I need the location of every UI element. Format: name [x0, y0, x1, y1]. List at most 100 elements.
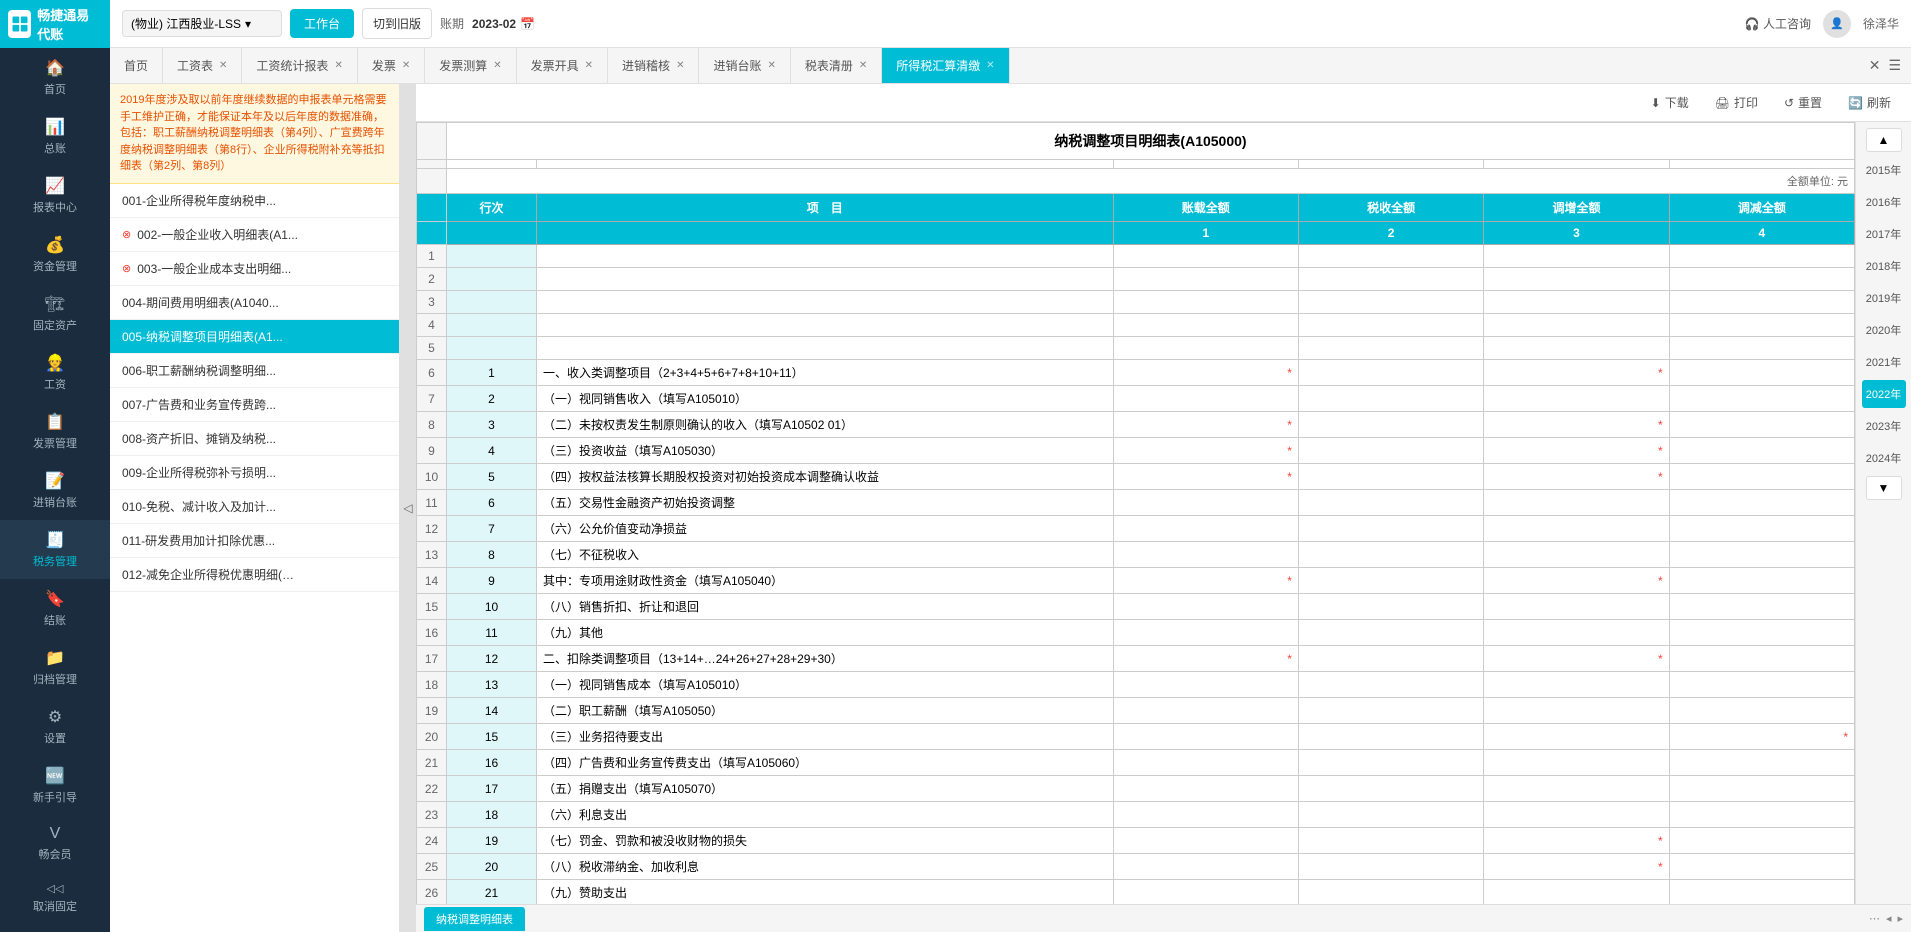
cell-col3[interactable]: * — [1484, 464, 1669, 490]
old-version-button[interactable]: 切到旧版 — [362, 8, 432, 39]
cell-col1[interactable] — [1113, 776, 1298, 802]
workbench-button[interactable]: 工作台 — [290, 9, 354, 38]
list-item-item6[interactable]: 006-职工薪酬纳税调整明细... — [110, 354, 399, 388]
cell-col3[interactable]: * — [1484, 438, 1669, 464]
cell-project[interactable]: （四）广告费和业务宣传费支出（填写A105060） — [537, 750, 1114, 776]
tab-close-invoice_calc[interactable]: ✕ — [493, 60, 501, 71]
list-item-item7[interactable]: 007-广告费和业务宣传费跨... — [110, 388, 399, 422]
cell-project[interactable]: （四）按权益法核算长期股权投资对初始投资成本调整确认收益 — [537, 464, 1114, 490]
cell-col2[interactable] — [1298, 750, 1483, 776]
list-item-item4[interactable]: 004-期间费用明细表(A1040... — [110, 286, 399, 320]
cell-col3[interactable]: * — [1484, 412, 1669, 438]
tab-close-salary[interactable]: ✕ — [219, 60, 227, 71]
cell-project[interactable]: （五）交易性金融资产初始投资调整 — [537, 490, 1114, 516]
year-item-2015年[interactable]: 2015年 — [1862, 156, 1906, 184]
cell-col1[interactable]: * — [1113, 568, 1298, 594]
cell-col2[interactable] — [1298, 314, 1483, 337]
cell-col2[interactable] — [1298, 594, 1483, 620]
cell-col1[interactable]: * — [1113, 360, 1298, 386]
unpin-button[interactable]: ◁◁ 取消固定 — [4, 874, 106, 922]
cell-col4[interactable] — [1669, 386, 1854, 412]
cell-project[interactable]: （六）利息支出 — [537, 802, 1114, 828]
cell-col1[interactable] — [1113, 880, 1298, 905]
cell-col1[interactable]: * — [1113, 412, 1298, 438]
sidebar-item-guide[interactable]: 🆕新手引导 — [0, 756, 110, 815]
sidebar-item-settle[interactable]: 🔖结账 — [0, 579, 110, 638]
cell-col2[interactable] — [1298, 828, 1483, 854]
cell-hang[interactable] — [447, 268, 537, 291]
cell-col4[interactable] — [1669, 802, 1854, 828]
cell-project[interactable]: （二）职工薪酬（填写A105050） — [537, 698, 1114, 724]
year-item-2016年[interactable]: 2016年 — [1862, 188, 1906, 216]
cell-col2[interactable] — [1298, 516, 1483, 542]
tab-close-invoice[interactable]: ✕ — [402, 60, 410, 71]
cell-hang[interactable]: 10 — [447, 594, 537, 620]
cell-col4[interactable] — [1669, 568, 1854, 594]
cell-col3[interactable] — [1484, 802, 1669, 828]
scroll-right-icon[interactable]: ▸ — [1897, 912, 1903, 925]
cell-col4[interactable] — [1669, 268, 1854, 291]
tab-invoice_calc[interactable]: 发票测算✕ — [425, 48, 516, 84]
cell-hang[interactable] — [447, 337, 537, 360]
cell-hang[interactable] — [447, 291, 537, 314]
cell-col3[interactable] — [1484, 672, 1669, 698]
cell-col2[interactable] — [1298, 245, 1483, 268]
cell-col1[interactable] — [1113, 490, 1298, 516]
cell-col2[interactable] — [1298, 464, 1483, 490]
cell-col3[interactable] — [1484, 594, 1669, 620]
cell-project[interactable]: （八）税收滞纳金、加收利息 — [537, 854, 1114, 880]
cell-project[interactable]: （六）公允价值变动净损益 — [537, 516, 1114, 542]
cell-col2[interactable] — [1298, 854, 1483, 880]
tab-tax_clear[interactable]: 税表清册✕ — [791, 48, 882, 84]
tab-salary[interactable]: 工资表✕ — [163, 48, 242, 84]
cell-col4[interactable] — [1669, 828, 1854, 854]
cell-project[interactable]: （七）不征税收入 — [537, 542, 1114, 568]
year-nav-down-button[interactable]: ▼ — [1866, 476, 1902, 500]
sidebar-item-settings[interactable]: ⚙设置 — [0, 697, 110, 756]
cell-project[interactable]: （一）视同销售成本（填写A105010） — [537, 672, 1114, 698]
cell-hang[interactable]: 15 — [447, 724, 537, 750]
cell-col4[interactable] — [1669, 672, 1854, 698]
cell-project[interactable]: （九）其他 — [537, 620, 1114, 646]
sidebar-item-member[interactable]: V畅会员 — [0, 815, 110, 864]
list-item-item9[interactable]: 009-企业所得税弥补亏损明... — [110, 456, 399, 490]
year-item-2024年[interactable]: 2024年 — [1862, 444, 1906, 472]
sidebar-item-home[interactable]: 🏠首页 — [0, 48, 110, 107]
cell-project[interactable] — [537, 337, 1114, 360]
cell-col4[interactable] — [1669, 464, 1854, 490]
cell-col2[interactable] — [1298, 880, 1483, 905]
cell-col3[interactable]: * — [1484, 360, 1669, 386]
list-item-item5[interactable]: 005-纳税调整项目明细表(A1... — [110, 320, 399, 354]
cell-hang[interactable]: 13 — [447, 672, 537, 698]
cell-project[interactable] — [537, 245, 1114, 268]
cell-col2[interactable] — [1298, 291, 1483, 314]
cell-project[interactable] — [537, 268, 1114, 291]
cell-hang[interactable]: 12 — [447, 646, 537, 672]
cell-hang[interactable]: 20 — [447, 854, 537, 880]
year-item-2017年[interactable]: 2017年 — [1862, 220, 1906, 248]
list-item-item8[interactable]: 008-资产折旧、摊销及纳税... — [110, 422, 399, 456]
year-item-2020年[interactable]: 2020年 — [1862, 316, 1906, 344]
tab-input_tax[interactable]: 进销稽核✕ — [608, 48, 699, 84]
cell-col4[interactable] — [1669, 490, 1854, 516]
cell-col3[interactable] — [1484, 698, 1669, 724]
cell-project[interactable]: （五）捐赠支出（填写A105070） — [537, 776, 1114, 802]
tab-input_ledger[interactable]: 进销台账✕ — [699, 48, 790, 84]
list-item-item1[interactable]: 001-企业所得税年度纳税申... — [110, 184, 399, 218]
cell-col2[interactable] — [1298, 672, 1483, 698]
cell-col4[interactable] — [1669, 337, 1854, 360]
sidebar-item-invoice_mgr[interactable]: 📋发票管理 — [0, 402, 110, 461]
cell-col1[interactable] — [1113, 698, 1298, 724]
tab-close-tax_clear[interactable]: ✕ — [859, 60, 867, 71]
cell-col1[interactable] — [1113, 854, 1298, 880]
sidebar-item-salary[interactable]: 👷工资 — [0, 343, 110, 402]
cell-col3[interactable] — [1484, 386, 1669, 412]
cell-project[interactable]: （三）投资收益（填写A105030） — [537, 438, 1114, 464]
calendar-icon[interactable]: 📅 — [520, 17, 535, 31]
cell-col3[interactable] — [1484, 268, 1669, 291]
cell-col1[interactable] — [1113, 337, 1298, 360]
cell-col3[interactable] — [1484, 880, 1669, 905]
cell-col1[interactable] — [1113, 724, 1298, 750]
list-item-item11[interactable]: 011-研发费用加计扣除优惠... — [110, 524, 399, 558]
year-item-2018年[interactable]: 2018年 — [1862, 252, 1906, 280]
